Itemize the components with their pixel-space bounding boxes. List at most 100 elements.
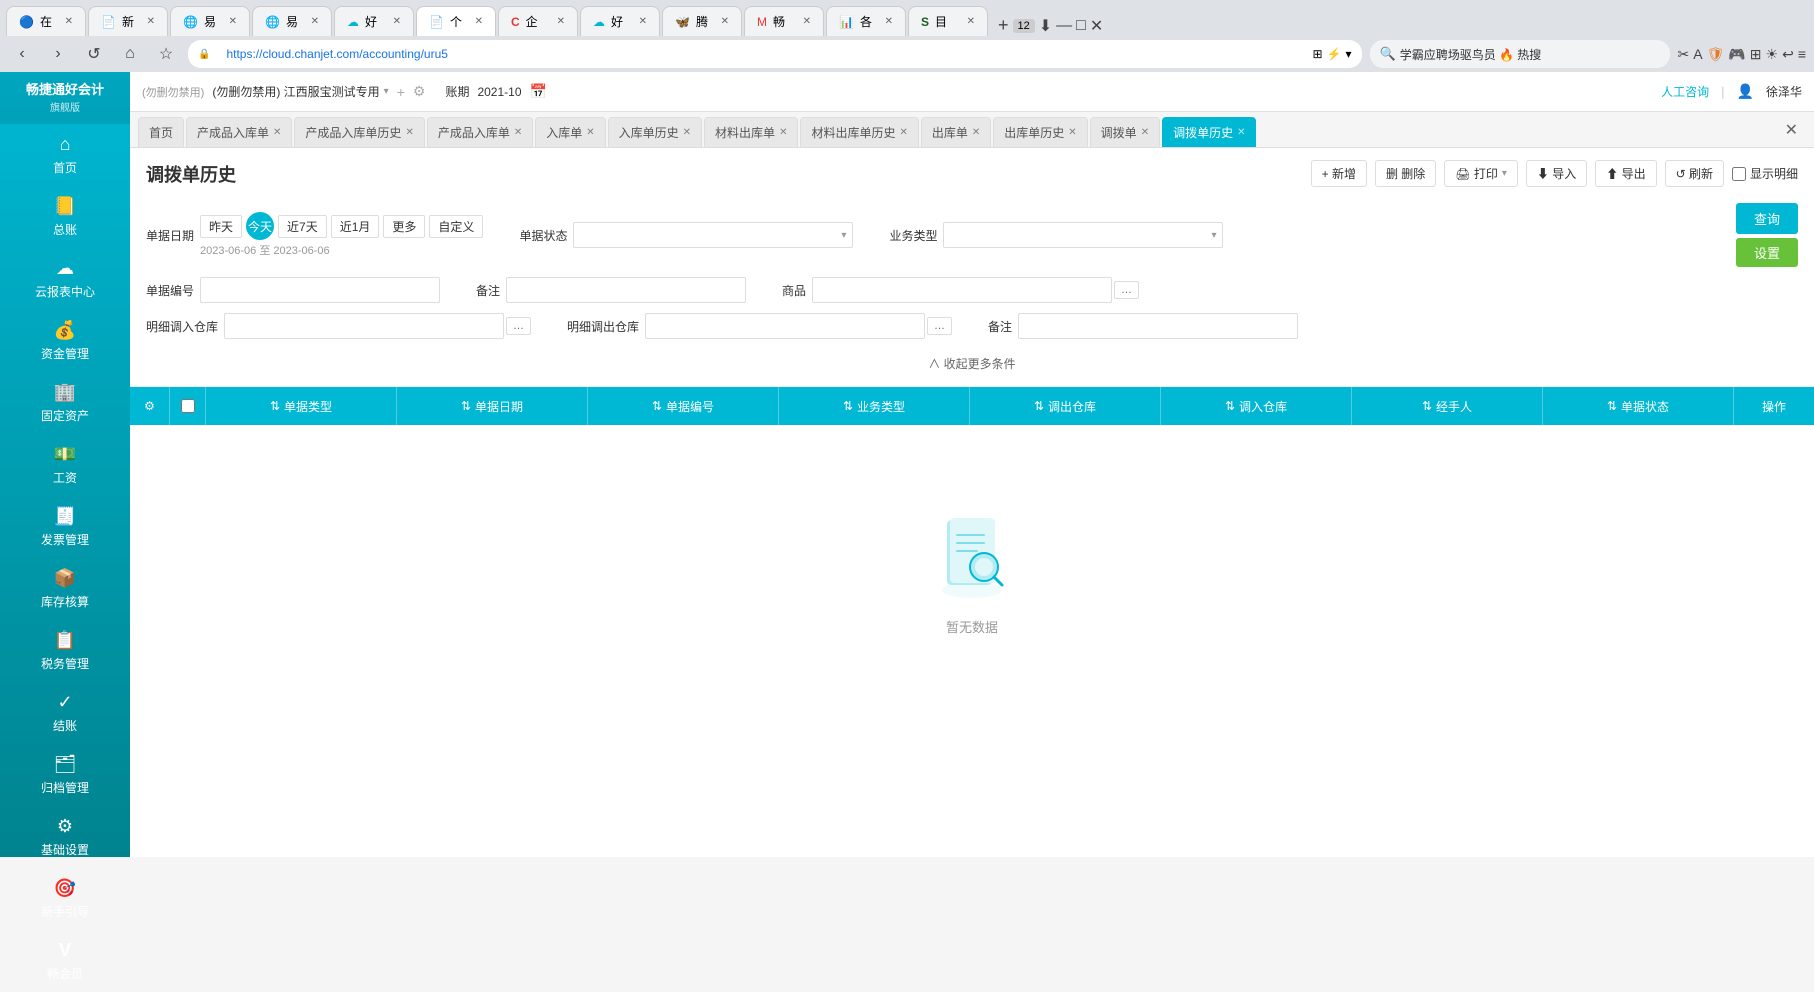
goods-more-btn[interactable]: … bbox=[1114, 281, 1139, 299]
page-tab-close-product-in2[interactable]: ✕ bbox=[514, 127, 522, 138]
calendar-icon[interactable]: 📅 bbox=[530, 83, 547, 100]
home-btn[interactable]: ⌂ bbox=[116, 40, 144, 68]
business-select[interactable]: ▾ bbox=[943, 222, 1223, 248]
import-btn[interactable]: ⬇ 导入 bbox=[1526, 160, 1587, 187]
page-tab-transfer[interactable]: 调拨单 ✕ bbox=[1090, 117, 1160, 147]
doc-no-input[interactable] bbox=[200, 277, 440, 303]
game-icon[interactable]: 🎮 bbox=[1728, 46, 1745, 63]
close-btn[interactable]: ✕ bbox=[1090, 16, 1103, 36]
minimize-btn[interactable]: — bbox=[1056, 17, 1072, 35]
sidebar-item-ledger[interactable]: 📒 总账 bbox=[0, 186, 130, 248]
tab-close-3[interactable]: ✕ bbox=[229, 16, 237, 27]
page-tab-transfer-history[interactable]: 调拨单历史 ✕ bbox=[1162, 117, 1256, 147]
grid-icon[interactable]: ⊞ bbox=[1750, 46, 1762, 63]
bookmark-btn[interactable]: ☆ bbox=[152, 40, 180, 68]
browser-tab-4[interactable]: 🌐 易 ✕ bbox=[252, 6, 332, 36]
company-settings-icon[interactable]: ⚙ bbox=[413, 83, 426, 100]
tab-close-9[interactable]: ✕ bbox=[721, 16, 729, 27]
sidebar-item-tax[interactable]: 📋 税务管理 bbox=[0, 620, 130, 682]
page-tab-close-transfer[interactable]: ✕ bbox=[1141, 127, 1149, 138]
display-toggle[interactable]: 显示明细 bbox=[1732, 165, 1798, 182]
sidebar-item-payroll[interactable]: 💵 工资 bbox=[0, 434, 130, 496]
browser-tab-12[interactable]: S 目 ✕ bbox=[908, 6, 988, 36]
set-btn[interactable]: 设置 bbox=[1736, 238, 1798, 267]
browser-tab-7[interactable]: C 企 ✕ bbox=[498, 6, 578, 36]
page-tab-material-out-history[interactable]: 材料出库单历史 ✕ bbox=[800, 117, 918, 147]
page-tab-close-receipt[interactable]: ✕ bbox=[586, 127, 594, 138]
page-tab-close-receipt-history[interactable]: ✕ bbox=[683, 127, 691, 138]
lightning-icon[interactable]: ⚡ bbox=[1327, 47, 1342, 61]
tab-close-4[interactable]: ✕ bbox=[311, 16, 319, 27]
detail-out-input[interactable] bbox=[645, 313, 925, 339]
date-btn-more[interactable]: 更多 bbox=[383, 215, 425, 238]
tab-close-1[interactable]: ✕ bbox=[65, 16, 73, 27]
sidebar-item-guide[interactable]: 🎯 新手引导 bbox=[0, 868, 130, 930]
page-tab-receipt[interactable]: 入库单 ✕ bbox=[535, 117, 605, 147]
tab-close-11[interactable]: ✕ bbox=[885, 16, 893, 27]
page-tab-out[interactable]: 出库单 ✕ bbox=[921, 117, 991, 147]
page-tab-product-in-history[interactable]: 产成品入库单历史 ✕ bbox=[294, 117, 424, 147]
query-btn[interactable]: 查询 bbox=[1736, 203, 1798, 234]
date-btn-1month[interactable]: 近1月 bbox=[331, 215, 380, 238]
tab-close-8[interactable]: ✕ bbox=[639, 16, 647, 27]
reload-btn[interactable]: ↺ bbox=[80, 40, 108, 68]
browser-tab-8[interactable]: ☁ 好 ✕ bbox=[580, 6, 660, 36]
detail-out-more-btn[interactable]: … bbox=[927, 317, 952, 335]
tab-close-5[interactable]: ✕ bbox=[393, 16, 401, 27]
scissors-icon[interactable]: ✂ bbox=[1678, 46, 1690, 63]
tab-close-2[interactable]: ✕ bbox=[147, 16, 155, 27]
browser-tab-5[interactable]: ☁ 好 ✕ bbox=[334, 6, 414, 36]
sidebar-item-vip[interactable]: V 畅会员 bbox=[0, 930, 130, 992]
goods-input[interactable] bbox=[812, 277, 1112, 303]
sidebar-item-archive[interactable]: 🗂 归档管理 bbox=[0, 744, 130, 806]
tab-close-active[interactable]: ✕ bbox=[475, 16, 483, 27]
sidebar-item-settlement[interactable]: ✓ 结账 bbox=[0, 682, 130, 744]
undo-icon[interactable]: ↩ bbox=[1782, 46, 1794, 63]
back-btn[interactable]: ‹ bbox=[8, 40, 36, 68]
th-out-warehouse[interactable]: ⇅ 调出仓库 bbox=[970, 387, 1161, 425]
browser-tab-10[interactable]: M 畅 ✕ bbox=[744, 6, 824, 36]
forward-btn[interactable]: › bbox=[44, 40, 72, 68]
detail-in-input[interactable] bbox=[224, 313, 504, 339]
detail-in-more-btn[interactable]: … bbox=[506, 317, 531, 335]
address-bar-container[interactable]: 🔒 ⊞ ⚡ ▾ bbox=[188, 40, 1362, 68]
select-all-checkbox[interactable] bbox=[181, 399, 195, 413]
date-btn-yesterday[interactable]: 昨天 bbox=[200, 215, 242, 238]
url-input[interactable] bbox=[214, 41, 1306, 67]
th-in-warehouse[interactable]: ⇅ 调入仓库 bbox=[1161, 387, 1352, 425]
theme-icon[interactable]: ☀ bbox=[1766, 46, 1779, 63]
browser-tab-2[interactable]: 📄 新 ✕ bbox=[88, 6, 168, 36]
shield-icon[interactable]: 🛡 bbox=[1707, 46, 1725, 63]
date-btn-today[interactable]: 今天 bbox=[246, 212, 274, 240]
refresh-btn[interactable]: ↺ 刷新 bbox=[1665, 160, 1724, 187]
browser-tab-1[interactable]: 🔵 在 ✕ bbox=[6, 6, 86, 36]
sidebar-item-inventory[interactable]: 📦 库存核算 bbox=[0, 558, 130, 620]
page-tab-close-transfer-history[interactable]: ✕ bbox=[1237, 127, 1245, 138]
sidebar-item-fixed-assets[interactable]: 🏢 固定资产 bbox=[0, 372, 130, 434]
close-all-tabs-btn[interactable]: ✕ bbox=[1777, 120, 1806, 140]
th-doc-no[interactable]: ⇅ 单据编号 bbox=[588, 387, 779, 425]
page-tab-product-in[interactable]: 产成品入库单 ✕ bbox=[186, 117, 292, 147]
page-tab-out-history[interactable]: 出库单历史 ✕ bbox=[993, 117, 1087, 147]
th-doc-date[interactable]: ⇅ 单据日期 bbox=[397, 387, 588, 425]
sidebar-item-home[interactable]: ⌂ 首页 bbox=[0, 124, 130, 186]
downloads-icon[interactable]: ⬇ bbox=[1039, 16, 1052, 36]
maximize-btn[interactable]: □ bbox=[1076, 17, 1086, 35]
export-btn[interactable]: ⬆ 导出 bbox=[1595, 160, 1656, 187]
translate-icon[interactable]: A bbox=[1693, 46, 1702, 63]
th-doc-type[interactable]: ⇅ 单据类型 bbox=[206, 387, 397, 425]
tab-close-12[interactable]: ✕ bbox=[967, 16, 975, 27]
tab-close-10[interactable]: ✕ bbox=[803, 16, 811, 27]
page-tab-close-out-history[interactable]: ✕ bbox=[1068, 127, 1076, 138]
date-btn-custom[interactable]: 自定义 bbox=[429, 215, 483, 238]
page-tab-close-out[interactable]: ✕ bbox=[972, 127, 980, 138]
page-tab-home[interactable]: 首页 bbox=[138, 117, 184, 147]
browser-tab-active[interactable]: 📄 个 ✕ bbox=[416, 6, 496, 36]
remark2-input[interactable] bbox=[1018, 313, 1298, 339]
page-tab-material-out[interactable]: 材料出库单 ✕ bbox=[704, 117, 798, 147]
page-tab-product-in2[interactable]: 产成品入库单 ✕ bbox=[427, 117, 533, 147]
page-tab-close-material-out[interactable]: ✕ bbox=[779, 127, 787, 138]
th-status[interactable]: ⇅ 单据状态 bbox=[1543, 387, 1734, 425]
new-tab-btn[interactable]: + bbox=[998, 15, 1009, 36]
search-bar[interactable]: 🔍 学霸应聘场驱鸟员 🔥 热搜 bbox=[1370, 40, 1670, 68]
